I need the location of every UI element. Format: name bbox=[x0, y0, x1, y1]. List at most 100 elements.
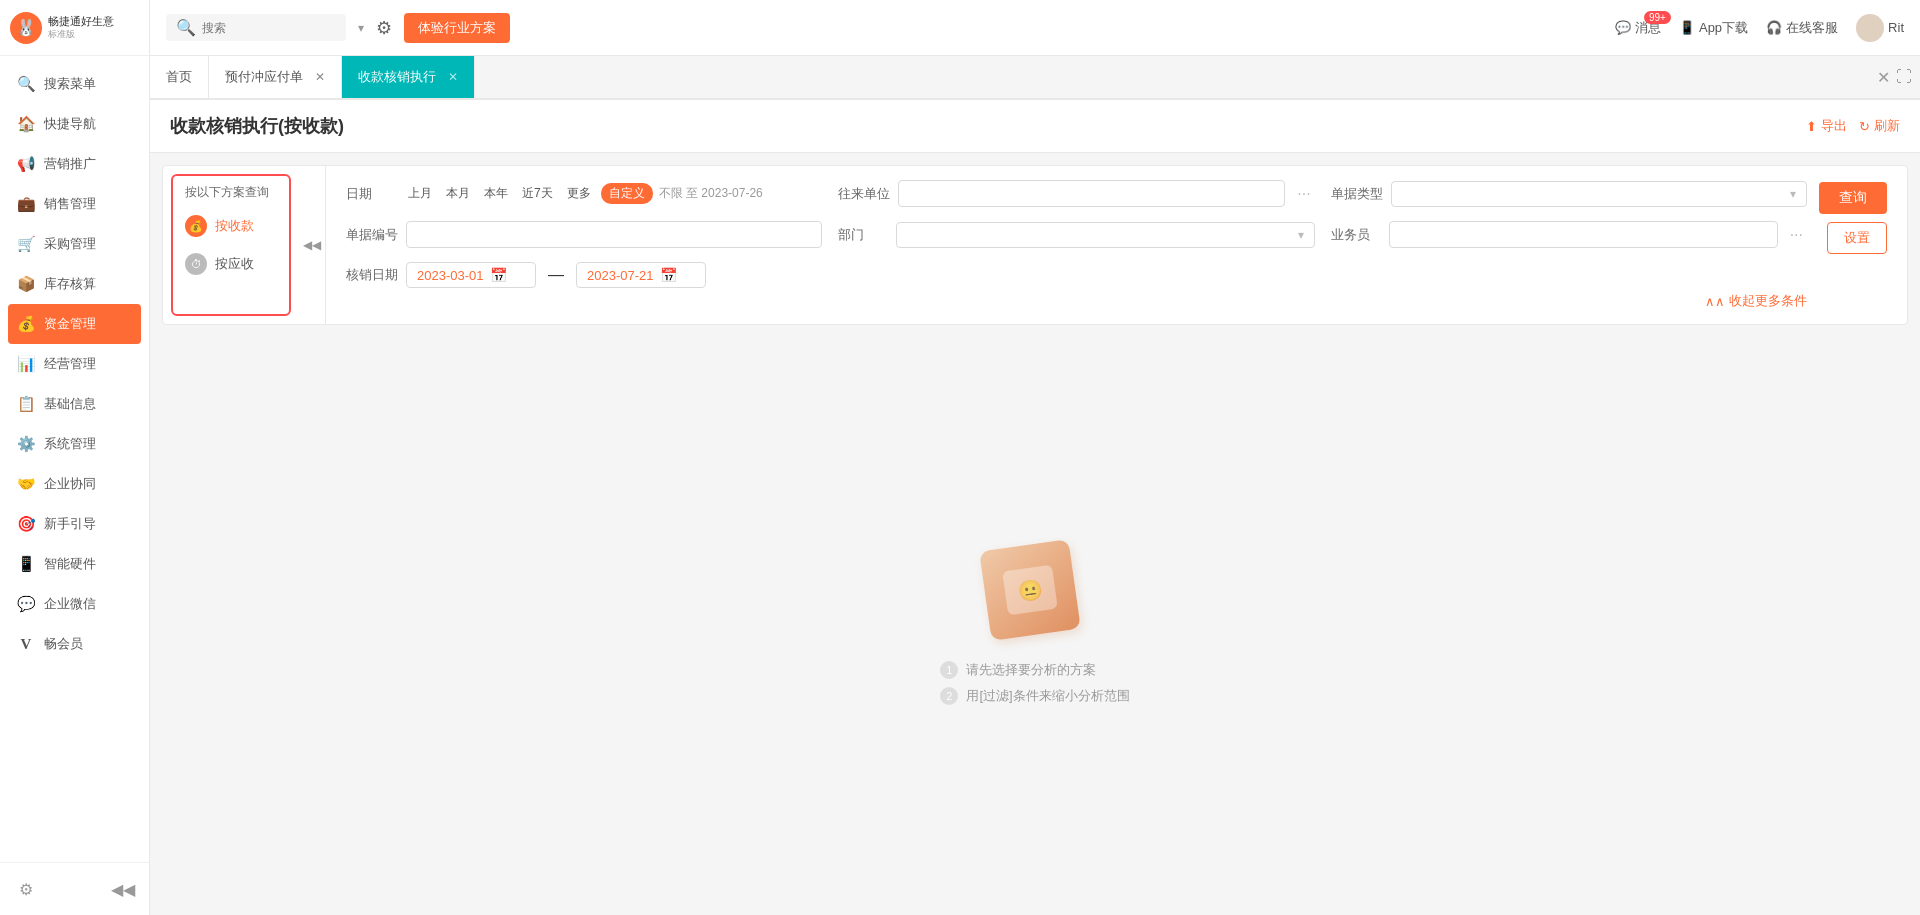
tabbar-spacer bbox=[475, 56, 1869, 98]
sidebar-label-purchase: 采购管理 bbox=[44, 235, 96, 253]
sidebar-item-cooperation[interactable]: 🤝 企业协同 bbox=[0, 464, 149, 504]
sidebar-label-system: 系统管理 bbox=[44, 435, 96, 453]
system-icon: ⚙️ bbox=[16, 434, 36, 454]
date-btn-7days[interactable]: 近7天 bbox=[518, 183, 557, 204]
username-label: Rit bbox=[1888, 20, 1904, 35]
date-separator: — bbox=[548, 266, 564, 284]
solution-button[interactable]: 体验行业方案 bbox=[404, 13, 510, 43]
sidebar-label-search: 搜索菜单 bbox=[44, 75, 96, 93]
sidebar-item-marketing[interactable]: 📢 营销推广 bbox=[0, 144, 149, 184]
message-button[interactable]: 💬 消息 99+ bbox=[1615, 19, 1661, 37]
verify-date-label: 核销日期 bbox=[346, 266, 398, 284]
sidebar-item-system[interactable]: ⚙️ 系统管理 bbox=[0, 424, 149, 464]
dept-select[interactable]: ▾ bbox=[896, 222, 1314, 248]
verify-date-end-input[interactable]: 2023-07-21 📅 bbox=[576, 262, 706, 288]
collapse-more-btn[interactable]: ∧∧ 收起更多条件 bbox=[346, 288, 1807, 310]
sidebar-item-inventory[interactable]: 📦 库存核算 bbox=[0, 264, 149, 304]
tab-prepay[interactable]: 预付冲应付单 ✕ bbox=[209, 56, 342, 98]
topbar: 🔍 ▾ ⚙ 体验行业方案 💬 消息 99+ 📱 App下载 🎧 在线客服 Rit bbox=[150, 0, 1920, 56]
bill-no-field: 单据编号 bbox=[346, 221, 822, 248]
topbar-search-input[interactable] bbox=[202, 21, 312, 35]
filter-collapse-button[interactable]: ◀◀ bbox=[299, 166, 326, 324]
empty-tips: 1 请先选择要分析的方案 2 用[过滤]条件来缩小分析范围 bbox=[940, 661, 1129, 705]
topbar-gear-icon[interactable]: ⚙ bbox=[376, 17, 392, 39]
user-avatar[interactable]: Rit bbox=[1856, 14, 1904, 42]
receivable-option-icon: ⏱ bbox=[185, 253, 207, 275]
search-icon: 🔍 bbox=[176, 18, 196, 37]
verify-date-end-value: 2023-07-21 bbox=[587, 268, 654, 283]
tab-prepay-label: 预付冲应付单 bbox=[225, 68, 303, 86]
online-service-label: 在线客服 bbox=[1786, 19, 1838, 37]
tip-text-2: 用[过滤]条件来缩小分析范围 bbox=[966, 687, 1129, 705]
export-label: 导出 bbox=[1821, 117, 1847, 135]
calendar-end-icon[interactable]: 📅 bbox=[660, 267, 677, 283]
sidebar-item-sales[interactable]: 💼 销售管理 bbox=[0, 184, 149, 224]
sidebar-item-search[interactable]: 🔍 搜索菜单 bbox=[0, 64, 149, 104]
app-download-button[interactable]: 📱 App下载 bbox=[1679, 19, 1748, 37]
refresh-label: 刷新 bbox=[1874, 117, 1900, 135]
partner-input[interactable] bbox=[898, 180, 1285, 207]
bill-no-input[interactable] bbox=[406, 221, 822, 248]
inventory-icon: 📦 bbox=[16, 274, 36, 294]
date-btn-last-month[interactable]: 上月 bbox=[404, 183, 436, 204]
headset-icon: 🎧 bbox=[1766, 20, 1782, 35]
page-header: 收款核销执行(按收款) ⬆ 导出 ↻ 刷新 bbox=[150, 100, 1920, 153]
filter-option-by-receipt[interactable]: 💰 按收款 bbox=[173, 207, 289, 245]
sidebar-item-wechat[interactable]: 💬 企业微信 bbox=[0, 584, 149, 624]
date-btn-this-year[interactable]: 本年 bbox=[480, 183, 512, 204]
sidebar-item-quick-nav[interactable]: 🏠 快捷导航 bbox=[0, 104, 149, 144]
sidebar-item-operation[interactable]: 📊 经营管理 bbox=[0, 344, 149, 384]
date-range-text: 不限 至 2023-07-26 bbox=[659, 185, 763, 202]
page-title: 收款核销执行(按收款) bbox=[170, 114, 344, 152]
refresh-button[interactable]: ↻ 刷新 bbox=[1859, 117, 1900, 135]
filter-option-receivable-label: 按应收 bbox=[215, 255, 254, 273]
sidebar-item-smart-hw[interactable]: 📱 智能硬件 bbox=[0, 544, 149, 584]
smart-hw-icon: 📱 bbox=[16, 554, 36, 574]
online-service-button[interactable]: 🎧 在线客服 bbox=[1766, 19, 1838, 37]
verify-date-field: 核销日期 2023-03-01 📅 — 2023-07-21 📅 bbox=[346, 262, 1807, 288]
expand-icon[interactable]: ⛶ bbox=[1896, 68, 1912, 86]
staff-input[interactable] bbox=[1389, 221, 1778, 248]
sidebar-item-purchase[interactable]: 🛒 采购管理 bbox=[0, 224, 149, 264]
sidebar-label-inventory: 库存核算 bbox=[44, 275, 96, 293]
finance-icon: 💰 bbox=[16, 314, 36, 334]
sidebar-item-basic-info[interactable]: 📋 基础信息 bbox=[0, 384, 149, 424]
sidebar-label-operation: 经营管理 bbox=[44, 355, 96, 373]
page-header-actions: ⬆ 导出 ↻ 刷新 bbox=[1806, 117, 1900, 149]
tab-home[interactable]: 首页 bbox=[150, 56, 209, 98]
collapse-sidebar-icon[interactable]: ◀◀ bbox=[109, 875, 137, 903]
tip-text-1: 请先选择要分析的方案 bbox=[966, 661, 1096, 679]
sidebar: 🐰 畅捷通好生意 标准版 🔍 搜索菜单 🏠 快捷导航 📢 营销推广 💼 销售管理… bbox=[0, 0, 150, 915]
close-window-icon[interactable]: ✕ bbox=[1877, 68, 1890, 87]
topbar-search-box[interactable]: 🔍 bbox=[166, 14, 346, 41]
sidebar-item-beginner[interactable]: 🎯 新手引导 bbox=[0, 504, 149, 544]
partner-more-icon[interactable]: ··· bbox=[1293, 185, 1314, 203]
settings-icon[interactable]: ⚙ bbox=[12, 875, 40, 903]
purchase-icon: 🛒 bbox=[16, 234, 36, 254]
sidebar-label-smart-hw: 智能硬件 bbox=[44, 555, 96, 573]
verify-date-start-input[interactable]: 2023-03-01 📅 bbox=[406, 262, 536, 288]
query-button[interactable]: 查询 bbox=[1819, 182, 1887, 214]
date-btn-custom[interactable]: 自定义 bbox=[601, 183, 653, 204]
empty-illustration: 😐 bbox=[975, 535, 1095, 645]
tab-receipt-close-icon[interactable]: ✕ bbox=[448, 70, 458, 84]
filter-actions: 查询 设置 bbox=[1819, 180, 1887, 254]
sidebar-nav: 🔍 搜索菜单 🏠 快捷导航 📢 营销推广 💼 销售管理 🛒 采购管理 📦 库存核… bbox=[0, 56, 149, 862]
sidebar-item-finance[interactable]: 💰 资金管理 bbox=[8, 304, 141, 344]
date-btn-more[interactable]: 更多 bbox=[563, 183, 595, 204]
export-button[interactable]: ⬆ 导出 bbox=[1806, 117, 1847, 135]
sidebar-item-member[interactable]: V 畅会员 bbox=[0, 624, 149, 664]
topbar-chevron-icon[interactable]: ▾ bbox=[358, 21, 364, 35]
sidebar-label-sales: 销售管理 bbox=[44, 195, 96, 213]
filter-option-by-receivable[interactable]: ⏱ 按应收 bbox=[173, 245, 289, 283]
date-btn-this-month[interactable]: 本月 bbox=[442, 183, 474, 204]
tab-prepay-close-icon[interactable]: ✕ bbox=[315, 70, 325, 84]
sidebar-label-beginner: 新手引导 bbox=[44, 515, 96, 533]
tab-receipt[interactable]: 收款核销执行 ✕ bbox=[342, 56, 475, 98]
calendar-start-icon[interactable]: 📅 bbox=[490, 267, 507, 283]
staff-more-icon[interactable]: ··· bbox=[1786, 226, 1807, 244]
member-icon: V bbox=[16, 634, 36, 654]
bill-type-select[interactable]: ▾ bbox=[1391, 181, 1807, 207]
setting-button[interactable]: 设置 bbox=[1827, 222, 1887, 254]
filter-row-1: 日期 上月 本月 本年 近7天 更多 自定义 不限 至 2023-07-26 bbox=[346, 180, 1807, 207]
